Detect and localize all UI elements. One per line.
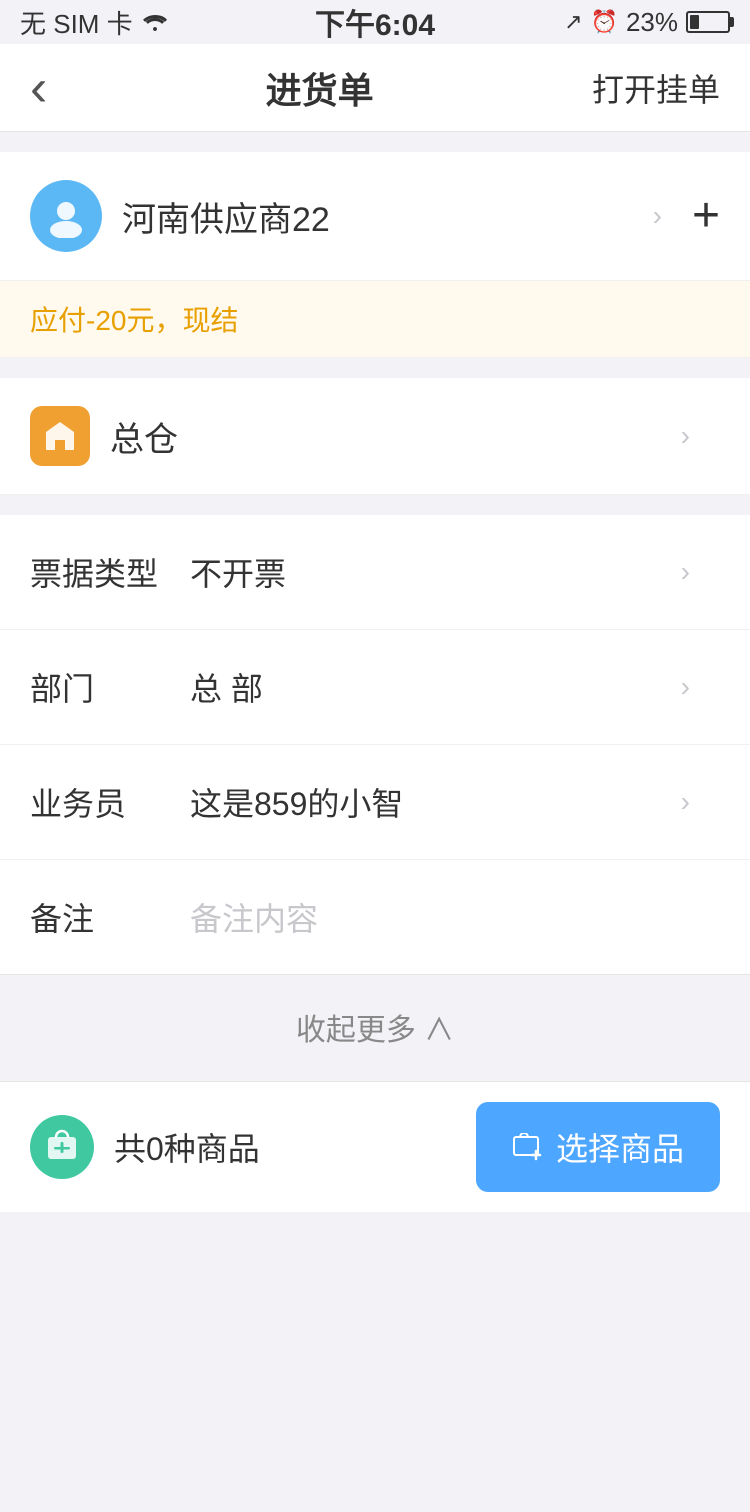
status-left: 无 SIM 卡: [20, 4, 169, 41]
status-time: 下午6:04: [315, 0, 435, 44]
form-card: 票据类型 不开票 › 部门 总 部 › 业务员 这是859的小智 › 备注 备注…: [0, 515, 750, 974]
salesperson-row[interactable]: 业务员 这是859的小智 ›: [0, 745, 750, 860]
supplier-avatar: [30, 180, 102, 252]
invoice-type-row[interactable]: 票据类型 不开票 ›: [0, 515, 750, 630]
battery-percent: 23%: [626, 7, 678, 38]
invoice-type-chevron-icon: ›: [681, 556, 690, 588]
invoice-type-label: 票据类型: [30, 549, 190, 595]
warehouse-card: 总仓 ›: [0, 378, 750, 495]
warehouse-name: 总仓: [110, 412, 681, 461]
open-pending-button[interactable]: 打开挂单: [592, 65, 720, 111]
remark-label: 备注: [30, 894, 190, 940]
status-bar: 无 SIM 卡 下午6:04 ↗ ⏰ 23%: [0, 0, 750, 44]
department-value: 总 部: [190, 664, 681, 710]
bottom-bar: 共0种商品 选择商品: [0, 1081, 750, 1212]
remark-value: 备注内容: [190, 894, 720, 940]
nav-bar: ‹ 进货单 打开挂单: [0, 44, 750, 132]
product-count-text: 共0种商品: [114, 1124, 476, 1170]
wifi-icon: [141, 7, 169, 38]
supplier-card: 河南供应商22 › + 应付-20元，现结: [0, 152, 750, 358]
salesperson-label: 业务员: [30, 779, 190, 825]
department-label: 部门: [30, 664, 190, 710]
collapse-row[interactable]: 收起更多 ∧: [0, 974, 750, 1079]
notice-text: 应付-20元，现结: [30, 305, 238, 336]
carrier-text: 无 SIM 卡: [20, 4, 133, 41]
remark-row[interactable]: 备注 备注内容: [0, 860, 750, 974]
section-gap-3: [0, 495, 750, 515]
alarm-icon: ⏰: [591, 9, 618, 35]
section-gap-1: [0, 132, 750, 152]
department-row[interactable]: 部门 总 部 ›: [0, 630, 750, 745]
collapse-label: 收起更多 ∧: [296, 1005, 454, 1049]
product-icon: [30, 1115, 94, 1179]
supplier-row[interactable]: 河南供应商22 › +: [0, 152, 750, 281]
supplier-chevron-icon: ›: [653, 200, 662, 232]
salesperson-chevron-icon: ›: [681, 786, 690, 818]
back-button[interactable]: ‹: [30, 58, 47, 118]
page-title: 进货单: [266, 62, 374, 114]
warehouse-icon: [30, 406, 90, 466]
select-product-label: 选择商品: [556, 1124, 684, 1170]
status-right: ↗ ⏰ 23%: [564, 7, 730, 38]
notice-row: 应付-20元，现结: [0, 281, 750, 358]
invoice-type-value: 不开票: [190, 549, 681, 595]
department-chevron-icon: ›: [681, 671, 690, 703]
supplier-name: 河南供应商22: [122, 192, 653, 241]
section-gap-2: [0, 358, 750, 378]
add-supplier-button[interactable]: +: [692, 192, 720, 240]
battery-icon: [686, 11, 730, 33]
warehouse-row[interactable]: 总仓 ›: [0, 378, 750, 495]
warehouse-chevron-icon: ›: [681, 420, 690, 452]
location-icon: ↗: [564, 9, 582, 35]
salesperson-value: 这是859的小智: [190, 779, 681, 825]
select-product-button[interactable]: 选择商品: [476, 1102, 720, 1192]
bottom-grey-area: [0, 1212, 750, 1512]
